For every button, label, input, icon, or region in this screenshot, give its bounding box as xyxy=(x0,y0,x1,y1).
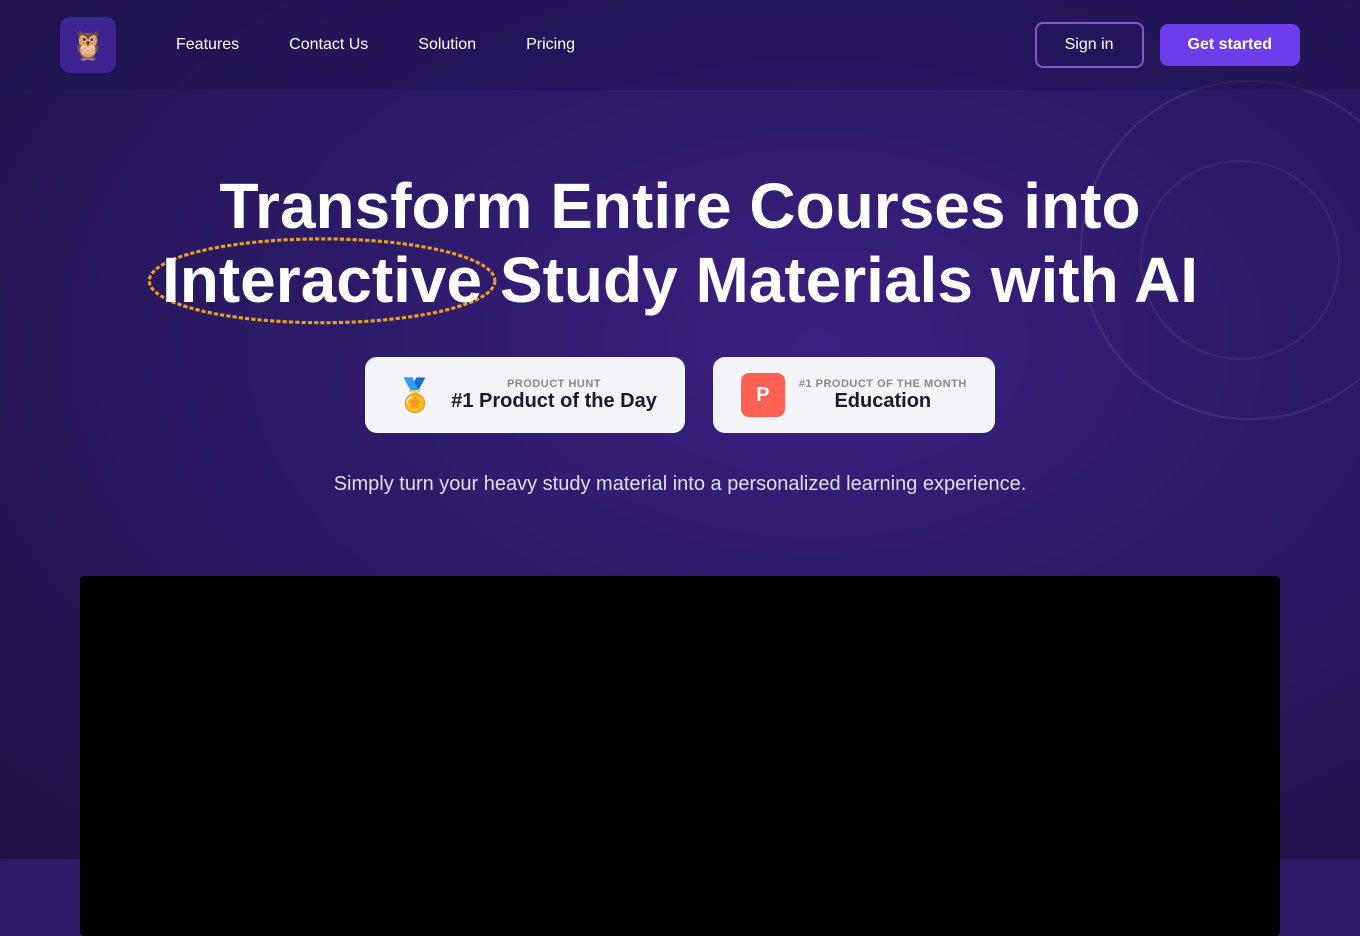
badges-row: 🏅 PRODUCT HUNT #1 Product of the Day P #… xyxy=(60,357,1300,433)
navbar: 🦉 Features Contact Us Solution Pricing S… xyxy=(0,0,1360,90)
hero-highlight-wrapper: Interactive xyxy=(162,244,482,318)
badge-ph-value: #1 Product of the Day xyxy=(451,390,657,413)
getstarted-button[interactable]: Get started xyxy=(1160,24,1300,66)
nav-solution[interactable]: Solution xyxy=(418,36,476,54)
nav-pricing[interactable]: Pricing xyxy=(526,36,575,54)
badge-pm-value: Education xyxy=(799,390,967,413)
badge-product-month[interactable]: P #1 PRODUCT OF THE MONTH Education xyxy=(713,357,995,433)
hero-highlight-text: Interactive xyxy=(162,244,482,316)
badge-pm-label: #1 PRODUCT OF THE MONTH xyxy=(799,378,967,390)
badge-product-hunt[interactable]: 🏅 PRODUCT HUNT #1 Product of the Day xyxy=(365,357,685,433)
video-block[interactable] xyxy=(80,576,1280,936)
producthunt-p-icon: P xyxy=(741,373,785,417)
nav-features[interactable]: Features xyxy=(176,36,239,54)
nav-contact[interactable]: Contact Us xyxy=(289,36,368,54)
hero-section: Transform Entire Courses into Interactiv… xyxy=(0,90,1360,576)
award-icon: 🏅 xyxy=(393,373,437,417)
logo-icon: 🦉 xyxy=(60,17,116,73)
nav-links: Features Contact Us Solution Pricing xyxy=(176,36,1035,54)
hero-subtitle: Simply turn your heavy study material in… xyxy=(60,473,1300,496)
signin-button[interactable]: Sign in xyxy=(1035,22,1144,68)
badge-ph-label: PRODUCT HUNT xyxy=(451,378,657,390)
logo[interactable]: 🦉 xyxy=(60,17,116,73)
hero-title: Transform Entire Courses into Interactiv… xyxy=(60,170,1300,317)
nav-actions: Sign in Get started xyxy=(1035,22,1300,68)
hero-title-line2: Study Materials with AI xyxy=(500,244,1198,316)
